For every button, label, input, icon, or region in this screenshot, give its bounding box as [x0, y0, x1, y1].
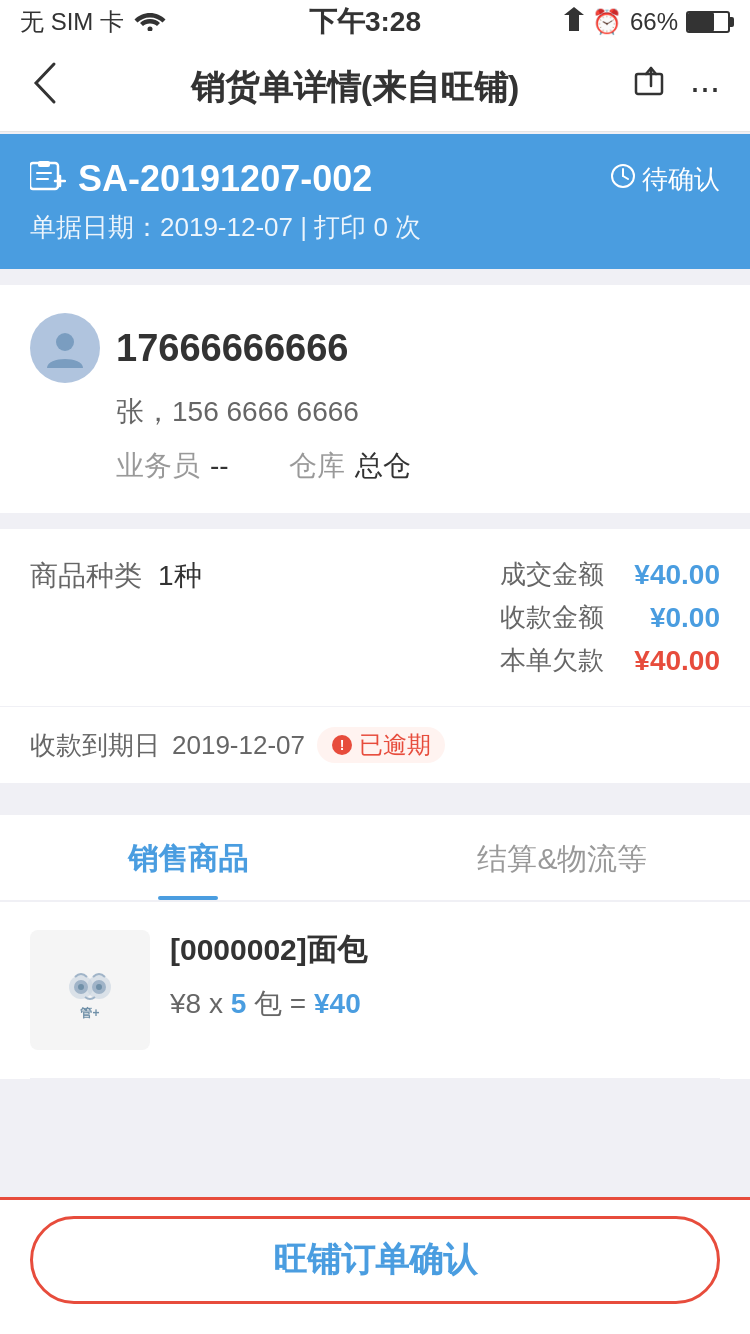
salesperson-label: 业务员	[116, 447, 200, 485]
order-date: 单据日期：2019-12-07 | 打印 0 次	[30, 210, 720, 245]
salesperson-value: --	[210, 450, 229, 482]
tabs: 销售商品 结算&物流等	[0, 815, 750, 902]
product-qty: 5	[231, 988, 247, 1019]
clock-icon	[610, 163, 636, 196]
overdue-badge: ! 已逾期	[317, 727, 445, 763]
battery-percent: 66%	[630, 8, 678, 36]
svg-point-19	[78, 984, 84, 990]
carrier-text: 无 SIM 卡	[20, 6, 124, 38]
bottom-bar: 旺铺订单确认	[0, 1197, 750, 1334]
status-bar: 无 SIM 卡 下午3:28 ⏰ 66%	[0, 0, 750, 44]
product-list: 管+ [0000002]面包 ¥8 x 5 包 = ¥40	[0, 902, 750, 1079]
product-type-value: 1种	[158, 557, 202, 595]
due-date-label: 收款到期日	[30, 728, 160, 763]
warehouse-value: 总仓	[355, 447, 411, 485]
status-right: ⏰ 66%	[564, 7, 730, 37]
svg-text:管+: 管+	[80, 1006, 99, 1020]
nav-actions: ···	[632, 64, 720, 111]
status-time: 下午3:28	[309, 3, 421, 41]
divider-2	[0, 783, 750, 799]
more-button[interactable]: ···	[690, 67, 720, 109]
customer-meta: 业务员 -- 仓库 总仓	[30, 447, 720, 485]
status-carrier: 无 SIM 卡	[20, 6, 166, 38]
deal-amount-label: 成交金额	[500, 557, 604, 592]
nav-bar: 销货单详情(来自旺铺) ···	[0, 44, 750, 132]
product-name: [0000002]面包	[170, 930, 720, 971]
product-total: ¥40	[314, 988, 361, 1019]
svg-line-11	[623, 176, 628, 179]
order-header: SA-20191207-002 待确认 单据日期：2019-12-07 | 打印…	[0, 134, 750, 269]
customer-name: 张，156 6666 6666	[30, 393, 720, 431]
share-button[interactable]	[632, 64, 670, 111]
page-title: 销货单详情(来自旺铺)	[78, 65, 632, 111]
divider-1	[0, 513, 750, 529]
confirm-order-button[interactable]: 旺铺订单确认	[30, 1216, 720, 1304]
svg-point-0	[148, 27, 153, 32]
order-icon	[30, 158, 66, 200]
order-id: SA-20191207-002	[30, 158, 372, 200]
product-price: ¥8 x 5 包 = ¥40	[170, 985, 720, 1023]
alarm-icon: ⏰	[592, 8, 622, 36]
svg-rect-4	[38, 161, 50, 167]
deal-amount-value: ¥40.00	[620, 559, 720, 591]
svg-point-20	[96, 984, 102, 990]
due-date-value: 2019-12-07	[172, 730, 305, 761]
svg-point-12	[56, 333, 74, 351]
customer-card: 17666666666 张，156 6666 6666 业务员 -- 仓库 总仓	[0, 285, 750, 513]
product-info: [0000002]面包 ¥8 x 5 包 = ¥40	[170, 930, 720, 1023]
balance-label: 本单欠款	[500, 643, 604, 678]
location-icon	[564, 7, 584, 37]
order-status: 待确认	[610, 162, 720, 197]
customer-phone: 17666666666	[116, 327, 348, 370]
tab-products[interactable]: 销售商品	[0, 815, 375, 900]
product-type-label: 商品种类	[30, 557, 142, 595]
back-button[interactable]	[30, 60, 58, 115]
due-date-row: 收款到期日 2019-12-07 ! 已逾期	[0, 706, 750, 783]
svg-rect-1	[636, 74, 662, 94]
receipt-amount-value: ¥0.00	[620, 602, 720, 634]
product-thumbnail: 管+	[30, 930, 150, 1050]
receipt-amount-label: 收款金额	[500, 600, 604, 635]
product-item: 管+ [0000002]面包 ¥8 x 5 包 = ¥40	[30, 902, 720, 1079]
summary-card: 商品种类 1种 成交金额 ¥40.00 收款金额 ¥0.00 本单欠款 ¥40.…	[0, 529, 750, 706]
balance-value: ¥40.00	[620, 645, 720, 677]
battery-icon	[686, 11, 730, 33]
summary-left: 商品种类 1种	[30, 557, 202, 595]
svg-text:!: !	[340, 737, 345, 753]
wifi-icon	[134, 7, 166, 37]
customer-avatar	[30, 313, 100, 383]
warehouse-label: 仓库	[289, 447, 345, 485]
tab-settlement[interactable]: 结算&物流等	[375, 815, 750, 900]
summary-amounts: 成交金额 ¥40.00 收款金额 ¥0.00 本单欠款 ¥40.00	[500, 557, 720, 678]
